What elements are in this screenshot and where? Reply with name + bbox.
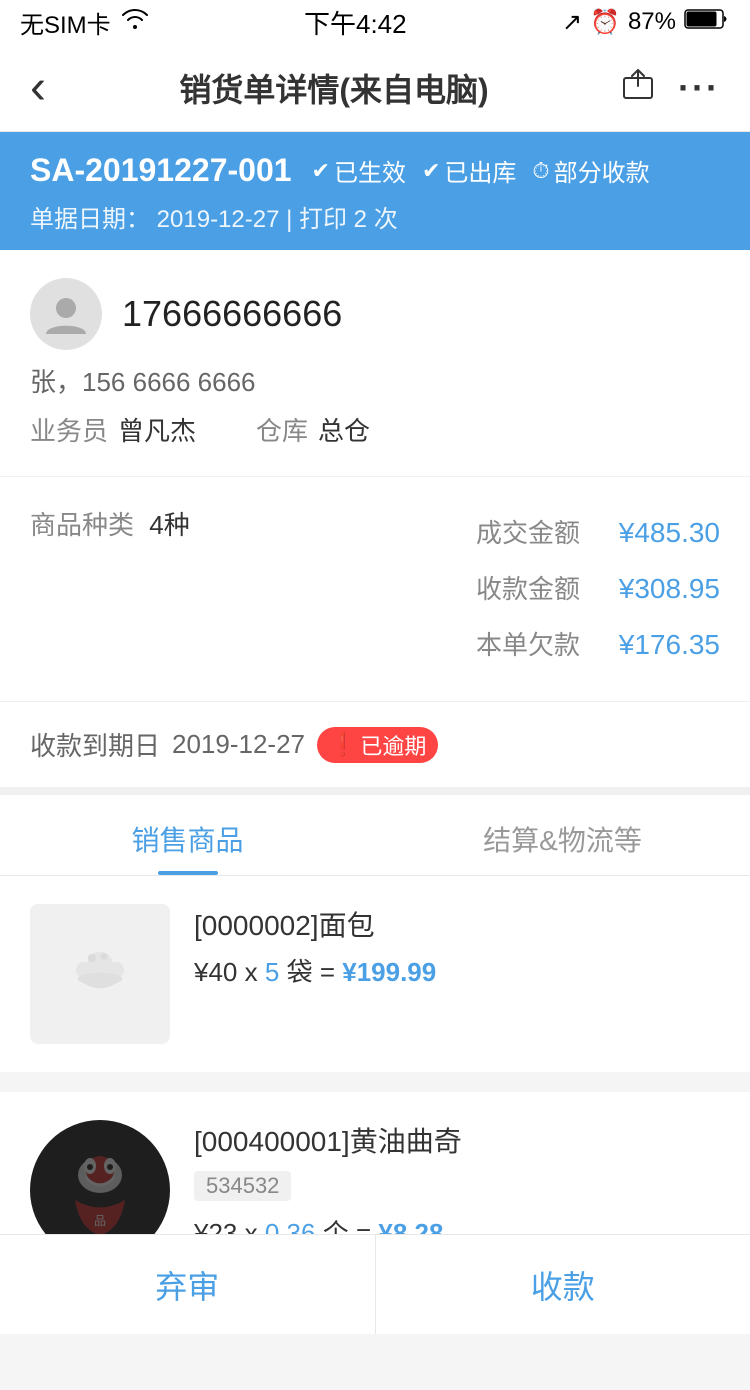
- order-date: 单据日期： 2019-12-27 | 打印 2 次: [30, 199, 720, 234]
- tab-settlement[interactable]: 结算&物流等: [375, 795, 750, 875]
- overdue-badge: ❗ 已逾期: [317, 727, 438, 763]
- owed-amount-row: 本单欠款 ¥176.35: [476, 617, 720, 673]
- cancel-review-button[interactable]: 弃审: [0, 1235, 376, 1334]
- clock-icon: ⏱: [532, 158, 549, 184]
- overdue-icon: ❗: [329, 732, 356, 758]
- amount-summary: 成交金额 ¥485.30 收款金额 ¥308.95 本单欠款 ¥176.35: [476, 505, 720, 673]
- sales-info: 业务员 曾凡杰: [30, 411, 196, 448]
- product-name-1: [0000002]面包: [194, 904, 720, 944]
- product-item-1: [0000002]面包 ¥40 x 5 袋 = ¥199.99: [0, 876, 750, 1072]
- bottom-bar: 弃审 收款: [0, 1234, 750, 1334]
- battery-icon: [684, 8, 730, 37]
- deal-amount-row: 成交金额 ¥485.30: [476, 505, 720, 561]
- status-bar: 无SIM卡 下午4:42 ↗ ⏰ 87%: [0, 0, 750, 44]
- back-button[interactable]: ‹: [30, 60, 46, 115]
- nav-bar: ‹ 销货单详情(来自电脑) ···: [0, 44, 750, 132]
- badge-shipped: ✔ 已出库: [422, 153, 516, 188]
- product-info-1: [0000002]面包 ¥40 x 5 袋 = ¥199.99: [194, 904, 720, 989]
- customer-contact: 张，156 6666 6666: [30, 362, 720, 399]
- nav-actions: ···: [622, 67, 720, 109]
- wifi-icon: [121, 8, 149, 36]
- alarm-icon: ⏰: [590, 8, 620, 37]
- location-icon: ↗: [562, 8, 582, 37]
- badge-active: ✔ 已生效: [312, 153, 406, 188]
- tab-sales-products[interactable]: 销售商品: [0, 795, 375, 875]
- svg-text:品: 品: [94, 1214, 106, 1228]
- due-date-section: 收款到期日 2019-12-27 ❗ 已逾期: [0, 702, 750, 795]
- status-left: 无SIM卡: [20, 5, 149, 40]
- avatar: [30, 278, 102, 350]
- product-list: [0000002]面包 ¥40 x 5 袋 = ¥199.99: [0, 876, 750, 1288]
- customer-id: 17666666666: [122, 293, 342, 335]
- order-header: SA-20191227-001 ✔ 已生效 ✔ 已出库 ⏱ 部分收款 单据日期：…: [0, 132, 750, 250]
- customer-meta: 业务员 曾凡杰 仓库 总仓: [30, 411, 720, 448]
- product-tabs: 销售商品 结算&物流等: [0, 795, 750, 876]
- product-tag-2: 534532: [194, 1171, 291, 1201]
- product-image-1: [30, 904, 170, 1044]
- warehouse-info: 仓库 总仓: [256, 411, 370, 448]
- battery-text: 87%: [628, 8, 676, 36]
- summary-section: 商品种类 4种 成交金额 ¥485.30 收款金额 ¥308.95 本单欠款 ¥…: [0, 477, 750, 702]
- status-badges: ✔ 已生效 ✔ 已出库 ⏱ 部分收款: [312, 153, 650, 188]
- check-icon-2: ✔: [422, 158, 440, 184]
- carrier-text: 无SIM卡: [20, 5, 111, 40]
- check-icon-1: ✔: [312, 158, 330, 184]
- badge-partial: ⏱ 部分收款: [532, 153, 649, 188]
- product-info-2: [000400001]黄油曲奇 534532 ¥23 x 0.36 个 = ¥8…: [194, 1120, 720, 1250]
- collect-payment-button[interactable]: 收款: [376, 1235, 750, 1334]
- page-title: 销货单详情(来自电脑): [179, 65, 488, 111]
- customer-section: 17666666666 张，156 6666 6666 业务员 曾凡杰 仓库 总…: [0, 250, 750, 477]
- product-price-1: ¥40 x 5 袋 = ¥199.99: [194, 952, 720, 989]
- order-number: SA-20191227-001: [30, 152, 292, 189]
- status-time: 下午4:42: [304, 4, 407, 41]
- product-type-summary: 商品种类 4种: [30, 505, 190, 542]
- more-icon[interactable]: ···: [678, 67, 720, 109]
- status-right: ↗ ⏰ 87%: [562, 8, 730, 37]
- received-amount-row: 收款金额 ¥308.95: [476, 561, 720, 617]
- share-icon[interactable]: [622, 68, 654, 108]
- product-name-2: [000400001]黄油曲奇: [194, 1120, 720, 1160]
